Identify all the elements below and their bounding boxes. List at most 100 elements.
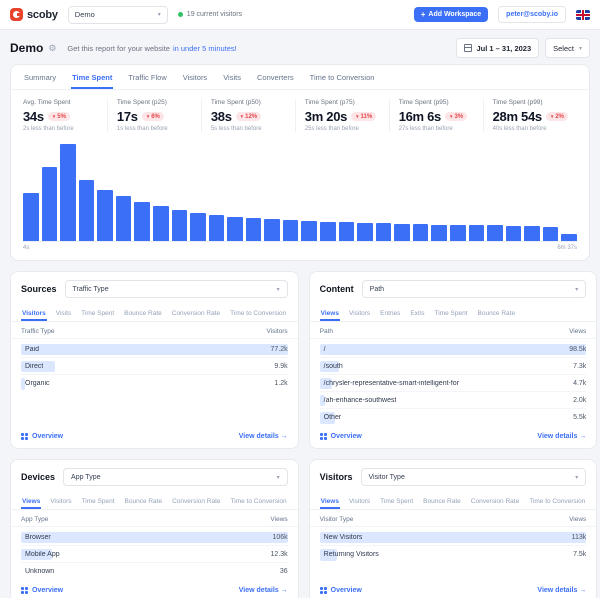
card-tab-time-spent[interactable]: Time Spent bbox=[81, 493, 116, 509]
table-row[interactable]: Returning Visitors 7.5k bbox=[319, 546, 586, 563]
table-row[interactable]: Mobile App 12.3k bbox=[21, 546, 288, 563]
histogram-bar[interactable] bbox=[431, 224, 447, 241]
overview-link[interactable]: Overview bbox=[21, 587, 63, 594]
language-flag-icon[interactable] bbox=[576, 9, 590, 20]
histogram-bar[interactable] bbox=[41, 167, 58, 241]
histogram-bar[interactable] bbox=[357, 222, 373, 241]
histogram-bar[interactable] bbox=[264, 218, 280, 241]
histogram-bar[interactable] bbox=[78, 179, 95, 241]
view-details-link[interactable]: View details → bbox=[239, 433, 288, 440]
card-tab-exits[interactable]: Exits bbox=[409, 305, 425, 321]
card-tab-time-to-conversion[interactable]: Time to Conversion bbox=[229, 305, 287, 321]
table-row[interactable]: Other 5.5k bbox=[319, 409, 586, 426]
histogram-bar[interactable] bbox=[152, 206, 169, 241]
card-tab-time-spent[interactable]: Time Spent bbox=[434, 305, 469, 321]
histogram-bar[interactable] bbox=[190, 212, 206, 241]
workspace-select[interactable]: Demo ▾ bbox=[67, 5, 168, 24]
histogram-bar[interactable] bbox=[301, 220, 317, 241]
table-row[interactable]: Browser 106k bbox=[21, 529, 288, 546]
histogram-bar[interactable] bbox=[227, 216, 243, 241]
histogram-bar[interactable] bbox=[449, 224, 466, 241]
card-tab-time-to-conversion[interactable]: Time to Conversion bbox=[230, 493, 288, 509]
card-tab-bounce-rate[interactable]: Bounce Rate bbox=[477, 305, 517, 321]
histogram-bar[interactable] bbox=[245, 217, 262, 241]
card-tab-bounce-rate[interactable]: Bounce Rate bbox=[422, 493, 462, 509]
histogram-bar[interactable] bbox=[468, 225, 485, 241]
table-row[interactable]: /ah-enhance-southwest 2.0k bbox=[319, 392, 587, 409]
card-tab-conversion-rate[interactable]: Conversion Rate bbox=[171, 305, 221, 321]
card-tab-visits[interactable]: Visits bbox=[55, 305, 72, 321]
add-workspace-button[interactable]: + Add Workspace bbox=[413, 7, 489, 22]
tab-summary[interactable]: Summary bbox=[23, 65, 57, 89]
card-title: Devices bbox=[21, 472, 56, 482]
date-range-value: Jul 1 – 31, 2023 bbox=[476, 43, 532, 53]
select-dropdown[interactable]: Select ▾ bbox=[545, 38, 590, 58]
histogram-bar[interactable] bbox=[282, 219, 299, 241]
histogram-bar[interactable] bbox=[542, 227, 559, 241]
overview-link[interactable]: Overview bbox=[319, 587, 362, 594]
histogram-bar[interactable] bbox=[561, 234, 577, 241]
histogram-bar[interactable] bbox=[524, 226, 540, 241]
card-tab-conversion-rate[interactable]: Conversion Rate bbox=[470, 493, 520, 509]
view-details-link[interactable]: View details → bbox=[537, 587, 586, 594]
tab-traffic-flow[interactable]: Traffic Flow bbox=[127, 65, 167, 89]
histogram-bar[interactable] bbox=[505, 226, 522, 241]
tab-visitors[interactable]: Visitors bbox=[182, 65, 208, 89]
card-tab-time-spent[interactable]: Time Spent bbox=[379, 493, 414, 509]
histogram-bar[interactable] bbox=[171, 209, 188, 241]
table-row[interactable]: /chrysler-representative-smart-intellige… bbox=[319, 375, 587, 392]
table-row[interactable]: Organic 1.2k bbox=[21, 375, 288, 392]
table-row[interactable]: Paid 77.2k bbox=[21, 341, 288, 358]
card-tab-views[interactable]: Views bbox=[320, 305, 340, 321]
tab-time-spent[interactable]: Time Spent bbox=[71, 65, 113, 89]
card-dimension-select[interactable]: Traffic Type ▾ bbox=[64, 280, 288, 298]
histogram-bar[interactable] bbox=[97, 189, 113, 241]
card-header: Devices App Type ▾ bbox=[11, 460, 298, 493]
tab-visits[interactable]: Visits bbox=[222, 65, 242, 89]
card-tab-views[interactable]: Views bbox=[320, 493, 340, 509]
card-tab-conversion-rate[interactable]: Conversion Rate bbox=[171, 493, 221, 509]
metric-delta-badge: ▼ 6% bbox=[141, 112, 164, 121]
table-row[interactable]: / 98.5k bbox=[319, 341, 587, 358]
table-row[interactable]: Unknown 36 bbox=[21, 563, 288, 580]
card-tab-entries[interactable]: Entries bbox=[379, 305, 401, 321]
overview-link[interactable]: Overview bbox=[21, 433, 63, 440]
table-row[interactable]: New Visitors 113k bbox=[319, 529, 587, 546]
card-tab-visitors[interactable]: Visitors bbox=[348, 305, 371, 321]
settings-gear-icon[interactable]: ⚙ bbox=[48, 43, 56, 54]
tab-time-to-conversion[interactable]: Time to Conversion bbox=[309, 65, 376, 89]
card-tab-bounce-rate[interactable]: Bounce Rate bbox=[123, 305, 163, 321]
card-tab-visitors[interactable]: Visitors bbox=[21, 305, 47, 321]
card-tab-bounce-rate[interactable]: Bounce Rate bbox=[124, 493, 164, 509]
account-button[interactable]: peter@scoby.io bbox=[498, 6, 566, 23]
tab-converters[interactable]: Converters bbox=[256, 65, 295, 89]
histogram-bar[interactable] bbox=[338, 221, 355, 241]
histogram-bar[interactable] bbox=[320, 221, 336, 241]
histogram-bar[interactable] bbox=[487, 225, 503, 241]
date-range-picker[interactable]: Jul 1 – 31, 2023 bbox=[455, 38, 540, 58]
histogram-bar[interactable] bbox=[412, 223, 429, 241]
table-row[interactable]: Direct 9.9k bbox=[21, 358, 288, 375]
card-tab-visitors[interactable]: Visitors bbox=[348, 493, 371, 509]
card-tabs: Views Visitors Time Spent Bounce Rate Conver… bbox=[309, 493, 597, 510]
histogram-bar[interactable] bbox=[394, 223, 410, 241]
view-details-link[interactable]: View details → bbox=[239, 587, 288, 594]
histogram-bar[interactable] bbox=[134, 202, 150, 241]
card-dimension-select[interactable]: App Type ▾ bbox=[63, 468, 288, 486]
overview-link[interactable]: Overview bbox=[319, 433, 362, 440]
card-tab-views[interactable]: Views bbox=[21, 493, 41, 509]
card-dimension-select[interactable]: Path ▾ bbox=[361, 280, 587, 298]
table-row[interactable]: /south 7.3k bbox=[319, 358, 587, 375]
scoby-logo[interactable]: scoby bbox=[10, 8, 58, 21]
histogram-bar[interactable] bbox=[23, 192, 39, 241]
view-details-link[interactable]: View details → bbox=[537, 433, 586, 440]
histogram-bar[interactable] bbox=[115, 196, 132, 241]
histogram-bar[interactable] bbox=[375, 222, 392, 241]
card-tab-time-spent[interactable]: Time Spent bbox=[80, 305, 115, 321]
histogram-bar[interactable] bbox=[208, 214, 225, 241]
histogram-bar[interactable] bbox=[60, 144, 76, 241]
card-tab-visitors[interactable]: Visitors bbox=[49, 493, 72, 509]
promo-link[interactable]: in under 5 minutes! bbox=[173, 44, 237, 53]
card-dimension-select[interactable]: Visitor Type ▾ bbox=[360, 468, 587, 486]
card-tab-time-to-conversion[interactable]: Time to Conversion bbox=[528, 493, 586, 509]
